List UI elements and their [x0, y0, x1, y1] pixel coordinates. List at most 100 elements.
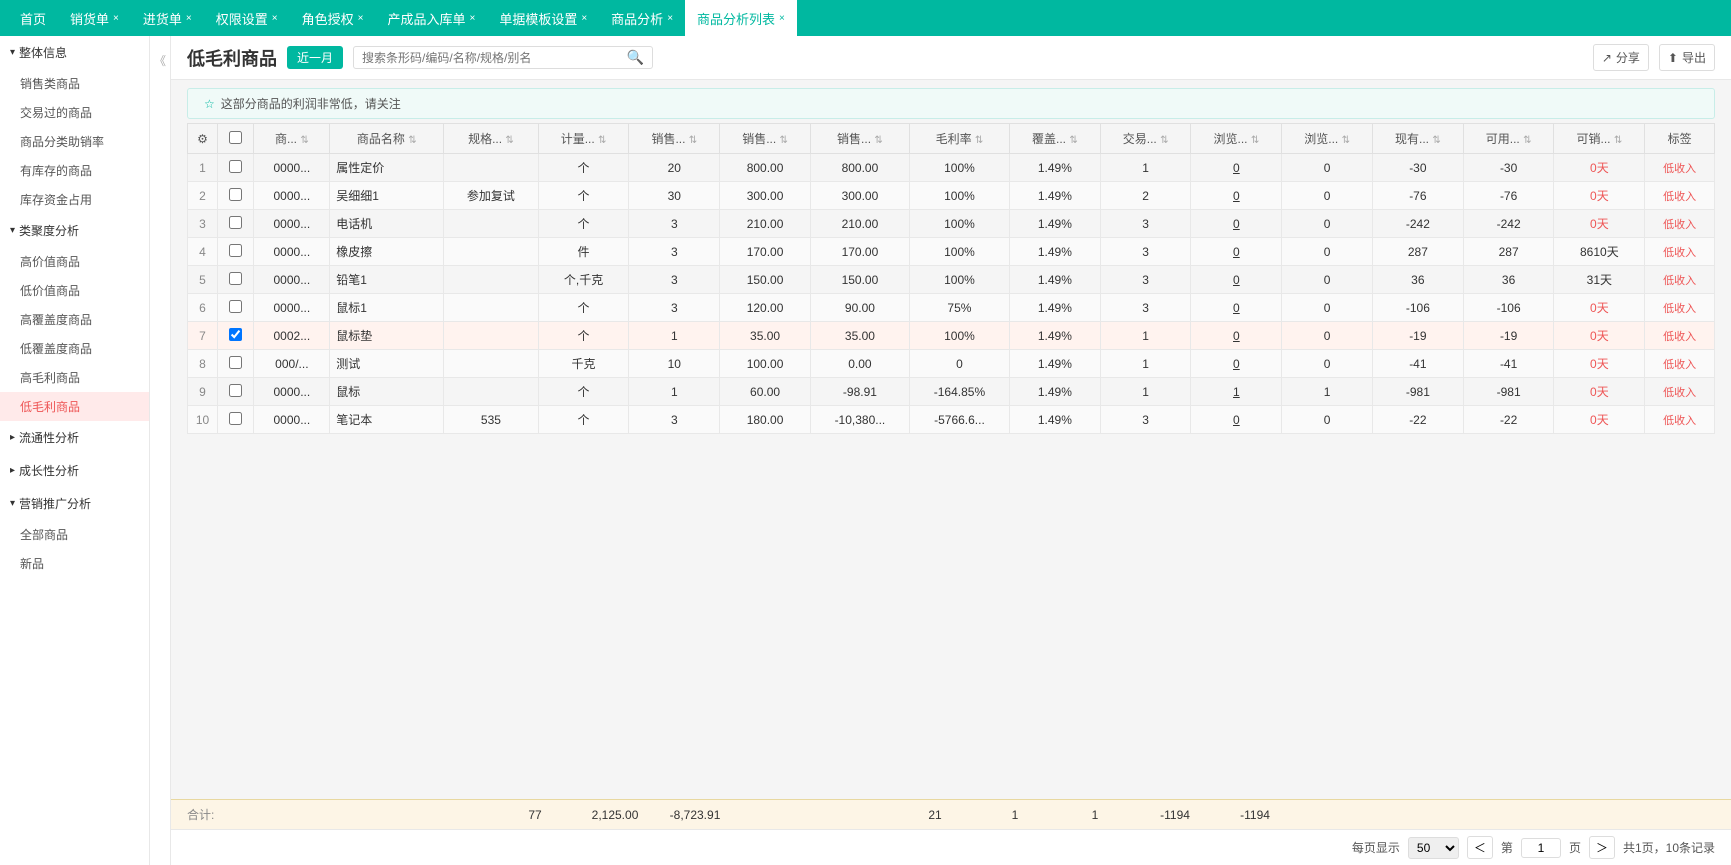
nav-sales-order[interactable]: 销货单 ×	[58, 0, 131, 36]
col-spec[interactable]: 规格... ⇅	[444, 124, 539, 154]
sidebar-item-traded-goods[interactable]: 交易过的商品	[0, 98, 149, 127]
row-check[interactable]	[218, 238, 254, 266]
sidebar-item-all-goods[interactable]: 全部商品	[0, 520, 149, 549]
col-trade[interactable]: 交易... ⇅	[1100, 124, 1191, 154]
sidebar-item-stock-goods[interactable]: 有库存的商品	[0, 156, 149, 185]
sidebar-item-high-value[interactable]: 高价值商品	[0, 247, 149, 276]
row-view1[interactable]: 0	[1191, 294, 1282, 322]
row-check[interactable]	[218, 322, 254, 350]
sort-icon-price: ⇅	[780, 135, 788, 146]
row-code: 0000...	[254, 294, 330, 322]
nav-close-goods[interactable]: ×	[667, 13, 673, 24]
row-check[interactable]	[218, 406, 254, 434]
col-sales-qty[interactable]: 销售... ⇅	[629, 124, 720, 154]
col-sellable[interactable]: 可销... ⇅	[1554, 124, 1645, 154]
sort-icon-code: ⇅	[300, 135, 308, 146]
row-checkbox[interactable]	[229, 356, 242, 369]
sidebar-item-stock-funds[interactable]: 库存资金占用	[0, 185, 149, 214]
collapse-sidebar-button[interactable]: 《	[150, 36, 171, 865]
nav-close-role[interactable]: ×	[358, 13, 364, 24]
row-code: 0002...	[254, 322, 330, 350]
row-check[interactable]	[218, 154, 254, 182]
nav-purchase-order[interactable]: 进货单 ×	[131, 0, 204, 36]
row-check[interactable]	[218, 182, 254, 210]
sidebar-group-overall[interactable]: ▾ 整体信息	[0, 36, 149, 69]
nav-close-permission[interactable]: ×	[272, 13, 278, 24]
sidebar-group-circulation[interactable]: ▸ 流通性分析	[0, 421, 149, 454]
row-check[interactable]	[218, 294, 254, 322]
row-view1[interactable]: 0	[1191, 210, 1282, 238]
prev-page-button[interactable]: ＜	[1467, 836, 1493, 859]
nav-template[interactable]: 单据模板设置 ×	[487, 0, 599, 36]
sidebar-item-new-goods[interactable]: 新品	[0, 549, 149, 578]
row-view1[interactable]: 0	[1191, 266, 1282, 294]
nav-home[interactable]: 首页	[8, 0, 58, 36]
col-current-stock[interactable]: 现有... ⇅	[1372, 124, 1463, 154]
nav-goods-analysis[interactable]: 商品分析 ×	[599, 0, 685, 36]
sidebar-item-high-coverage[interactable]: 高覆盖度商品	[0, 305, 149, 334]
row-check[interactable]	[218, 210, 254, 238]
sidebar-item-low-value[interactable]: 低价值商品	[0, 276, 149, 305]
row-checkbox[interactable]	[229, 328, 242, 341]
row-checkbox[interactable]	[229, 216, 242, 229]
sidebar-item-category-rate[interactable]: 商品分类助销率	[0, 127, 149, 156]
search-icon[interactable]: 🔍	[627, 49, 644, 66]
row-sales-qty: 3	[629, 238, 720, 266]
row-view1[interactable]: 0	[1191, 350, 1282, 378]
nav-close-list[interactable]: ×	[779, 13, 785, 24]
nav-close-product[interactable]: ×	[469, 13, 475, 24]
row-checkbox[interactable]	[229, 272, 242, 285]
col-sales-price[interactable]: 销售... ⇅	[720, 124, 811, 154]
export-button[interactable]: ⬆ 导出	[1659, 44, 1715, 71]
col-unit[interactable]: 计量... ⇅	[538, 124, 629, 154]
nav-product-entry[interactable]: 产成品入库单 ×	[375, 0, 487, 36]
col-sales-amount[interactable]: 销售... ⇅	[810, 124, 909, 154]
sidebar-item-low-margin[interactable]: 低毛利商品	[0, 392, 149, 421]
nav-goods-analysis-list[interactable]: 商品分析列表 ×	[685, 0, 797, 36]
row-checkbox[interactable]	[229, 244, 242, 257]
sidebar-item-sales-goods[interactable]: 销售类商品	[0, 69, 149, 98]
sidebar-group-cluster[interactable]: ▾ 类聚度分析	[0, 214, 149, 247]
row-checkbox[interactable]	[229, 300, 242, 313]
search-input[interactable]	[362, 51, 627, 65]
sidebar-group-growth[interactable]: ▸ 成长性分析	[0, 454, 149, 487]
nav-role-auth[interactable]: 角色授权 ×	[290, 0, 376, 36]
row-checkbox[interactable]	[229, 384, 242, 397]
col-code[interactable]: 商... ⇅	[254, 124, 330, 154]
next-page-button[interactable]: ＞	[1589, 836, 1615, 859]
page-number-input[interactable]	[1521, 838, 1561, 858]
row-checkbox[interactable]	[229, 160, 242, 173]
col-view2[interactable]: 浏览... ⇅	[1282, 124, 1373, 154]
nav-close-sales[interactable]: ×	[113, 13, 119, 24]
col-name[interactable]: 商品名称 ⇅	[330, 124, 444, 154]
row-view1[interactable]: 0	[1191, 154, 1282, 182]
row-checkbox[interactable]	[229, 188, 242, 201]
col-gross-margin[interactable]: 毛利率 ⇅	[909, 124, 1009, 154]
row-check[interactable]	[218, 266, 254, 294]
col-settings[interactable]: ⚙	[188, 124, 218, 154]
row-check[interactable]	[218, 378, 254, 406]
sidebar-item-low-coverage[interactable]: 低覆盖度商品	[0, 334, 149, 363]
col-available[interactable]: 可用... ⇅	[1463, 124, 1554, 154]
row-checkbox[interactable]	[229, 412, 242, 425]
col-coverage[interactable]: 覆盖... ⇅	[1009, 124, 1100, 154]
col-checkbox[interactable]	[218, 124, 254, 154]
row-check[interactable]	[218, 350, 254, 378]
page-size-select[interactable]: 50 100	[1408, 837, 1459, 859]
row-view2: 0	[1282, 182, 1373, 210]
nav-close-purchase[interactable]: ×	[186, 13, 192, 24]
col-tag[interactable]: 标签	[1645, 124, 1715, 154]
share-button[interactable]: ↗ 分享	[1593, 44, 1649, 71]
row-view1[interactable]: 1	[1191, 378, 1282, 406]
row-view1[interactable]: 0	[1191, 238, 1282, 266]
col-view1[interactable]: 浏览... ⇅	[1191, 124, 1282, 154]
select-all-checkbox[interactable]	[229, 131, 242, 144]
nav-permission[interactable]: 权限设置 ×	[204, 0, 290, 36]
row-view1[interactable]: 0	[1191, 406, 1282, 434]
sidebar-item-high-margin[interactable]: 高毛利商品	[0, 363, 149, 392]
row-view1[interactable]: 0	[1191, 322, 1282, 350]
time-filter-button[interactable]: 近一月	[287, 46, 343, 69]
row-view1[interactable]: 0	[1191, 182, 1282, 210]
sidebar-group-marketing[interactable]: ▾ 营销推广分析	[0, 487, 149, 520]
nav-close-template[interactable]: ×	[581, 13, 587, 24]
